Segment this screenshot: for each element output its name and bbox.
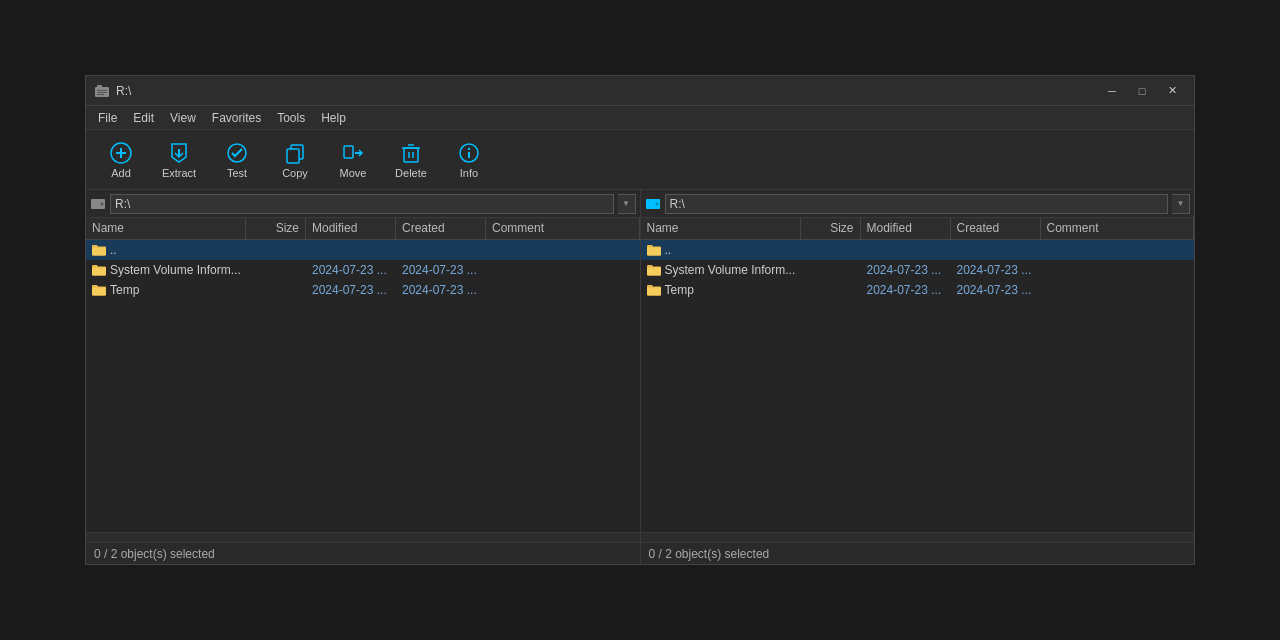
- right-address-dropdown[interactable]: ▼: [1172, 194, 1190, 214]
- svg-rect-14: [404, 148, 418, 162]
- right-row-system-volume[interactable]: System Volume Inform... 2024-07-23 ... 2…: [641, 260, 1195, 280]
- maximize-button[interactable]: □: [1128, 81, 1156, 101]
- left-scrollbar[interactable]: [86, 532, 640, 542]
- add-icon: [109, 141, 133, 165]
- left-address-pane: ▼: [86, 190, 641, 217]
- svg-rect-12: [344, 146, 353, 158]
- menu-favorites[interactable]: Favorites: [204, 109, 269, 127]
- left-row-system-volume[interactable]: System Volume Inform... 2024-07-23 ... 2…: [86, 260, 640, 280]
- app-icon: [94, 83, 110, 99]
- delete-icon: [399, 141, 423, 165]
- copy-icon: [283, 141, 307, 165]
- move-button[interactable]: Move: [326, 134, 380, 186]
- window-controls: ─ □ ✕: [1098, 81, 1186, 101]
- window-title: R:\: [116, 84, 1098, 98]
- toolbar: Add Extract: [86, 130, 1194, 190]
- right-drive-icon: [645, 196, 661, 212]
- content-area: Name Size Modified Created Comment: [86, 218, 1194, 542]
- menu-file[interactable]: File: [90, 109, 125, 127]
- svg-rect-2: [97, 90, 107, 91]
- right-col-name[interactable]: Name: [641, 218, 801, 239]
- close-button[interactable]: ✕: [1158, 81, 1186, 101]
- add-button[interactable]: Add: [94, 134, 148, 186]
- right-address-pane: ▼: [641, 190, 1195, 217]
- menu-edit[interactable]: Edit: [125, 109, 162, 127]
- right-col-created[interactable]: Created: [951, 218, 1041, 239]
- folder-icon: [92, 284, 106, 296]
- delete-button[interactable]: Delete: [384, 134, 438, 186]
- right-col-modified[interactable]: Modified: [861, 218, 951, 239]
- right-column-headers: Name Size Modified Created Comment: [641, 218, 1195, 240]
- svg-point-25: [655, 202, 658, 205]
- folder-icon: [92, 264, 106, 276]
- menu-help[interactable]: Help: [313, 109, 354, 127]
- left-drive-icon: [90, 196, 106, 212]
- svg-rect-3: [97, 92, 107, 93]
- menu-bar: File Edit View Favorites Tools Help: [86, 106, 1194, 130]
- svg-rect-4: [97, 94, 104, 95]
- left-file-pane: Name Size Modified Created Comment: [86, 218, 641, 542]
- left-col-comment[interactable]: Comment: [486, 218, 640, 239]
- folder-icon: [647, 264, 661, 276]
- folder-icon: [647, 244, 661, 256]
- move-icon: [341, 141, 365, 165]
- left-column-headers: Name Size Modified Created Comment: [86, 218, 640, 240]
- test-button[interactable]: Test: [210, 134, 264, 186]
- right-row-temp[interactable]: Temp 2024-07-23 ... 2024-07-23 ...: [641, 280, 1195, 300]
- left-col-name[interactable]: Name: [86, 218, 246, 239]
- left-file-list[interactable]: ..: [86, 240, 640, 532]
- folder-icon: [92, 244, 106, 256]
- svg-point-23: [101, 202, 104, 205]
- left-row-temp[interactable]: Temp 2024-07-23 ... 2024-07-23 ...: [86, 280, 640, 300]
- right-scrollbar[interactable]: [641, 532, 1195, 542]
- left-status: 0 / 2 object(s) selected: [86, 543, 641, 564]
- right-file-list[interactable]: ..: [641, 240, 1195, 532]
- extract-button[interactable]: Extract: [152, 134, 206, 186]
- copy-button[interactable]: Copy: [268, 134, 322, 186]
- right-col-comment[interactable]: Comment: [1041, 218, 1195, 239]
- info-button[interactable]: Info: [442, 134, 496, 186]
- left-row-parent[interactable]: ..: [86, 240, 640, 260]
- address-row: ▼ ▼: [86, 190, 1194, 218]
- right-address-input[interactable]: [665, 194, 1169, 214]
- test-icon: [225, 141, 249, 165]
- left-col-modified[interactable]: Modified: [306, 218, 396, 239]
- left-col-created[interactable]: Created: [396, 218, 486, 239]
- menu-view[interactable]: View: [162, 109, 204, 127]
- svg-rect-11: [287, 149, 299, 163]
- info-icon: [457, 141, 481, 165]
- left-address-input[interactable]: [110, 194, 614, 214]
- app-window: R:\ ─ □ ✕ File Edit View Favorites Tools…: [85, 75, 1195, 565]
- extract-icon: [167, 141, 191, 165]
- status-bar: 0 / 2 object(s) selected 0 / 2 object(s)…: [86, 542, 1194, 564]
- title-bar: R:\ ─ □ ✕: [86, 76, 1194, 106]
- left-address-dropdown[interactable]: ▼: [618, 194, 636, 214]
- right-col-size[interactable]: Size: [801, 218, 861, 239]
- svg-rect-1: [97, 85, 102, 88]
- right-file-pane: Name Size Modified Created Comment: [641, 218, 1195, 542]
- minimize-button[interactable]: ─: [1098, 81, 1126, 101]
- svg-point-21: [468, 147, 470, 149]
- right-status: 0 / 2 object(s) selected: [641, 543, 1195, 564]
- folder-icon: [647, 284, 661, 296]
- left-col-size[interactable]: Size: [246, 218, 306, 239]
- right-row-parent[interactable]: ..: [641, 240, 1195, 260]
- menu-tools[interactable]: Tools: [269, 109, 313, 127]
